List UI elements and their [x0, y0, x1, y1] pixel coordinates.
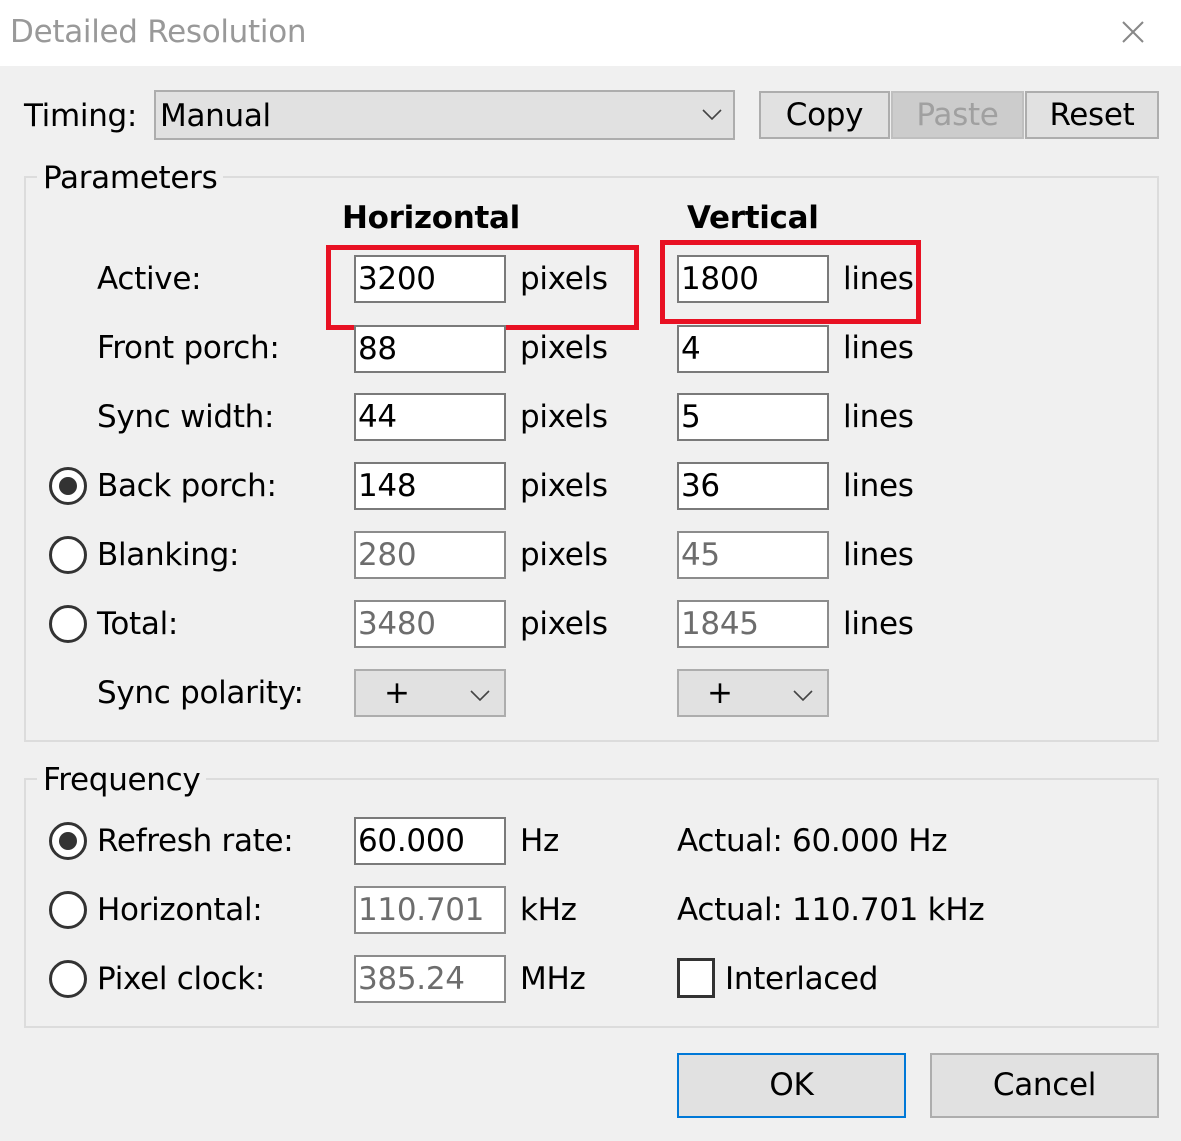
vertical-column-header: Vertical: [687, 200, 819, 236]
total-vertical-unit: lines: [843, 606, 914, 642]
interlaced-checkbox[interactable]: [677, 958, 715, 998]
blanking-radio[interactable]: [49, 536, 87, 574]
blanking-horizontal-input[interactable]: 280: [354, 531, 506, 579]
blanking-vertical-unit: lines: [843, 537, 914, 573]
close-button[interactable]: [1114, 14, 1152, 50]
refresh-rate-label: Refresh rate:: [97, 823, 294, 859]
pixel-clock-label: Pixel clock:: [97, 961, 266, 997]
chevron-down-icon: [793, 690, 813, 702]
horizontal-column-header: Horizontal: [342, 200, 520, 236]
total-radio[interactable]: [49, 605, 87, 643]
actual-refresh-rate: Actual: 60.000 Hz: [677, 823, 948, 859]
refresh-rate-input[interactable]: 60.000: [354, 817, 506, 865]
blanking-label: Blanking:: [97, 537, 240, 573]
pixel-clock-unit: MHz: [520, 961, 586, 997]
cancel-button[interactable]: Cancel: [930, 1053, 1159, 1118]
sync-polarity-horizontal-value: +: [384, 675, 410, 711]
refresh-rate-radio[interactable]: [49, 822, 87, 860]
horizontal-active-highlight: [326, 245, 639, 330]
total-horizontal-unit: pixels: [520, 606, 608, 642]
sync-width-horizontal-input[interactable]: 44: [354, 393, 506, 441]
back-porch-horizontal-unit: pixels: [520, 468, 608, 504]
timing-label: Timing:: [24, 98, 138, 134]
horizontal-frequency-unit: kHz: [520, 892, 577, 928]
title-bar: Detailed Resolution: [0, 0, 1181, 66]
ok-button[interactable]: OK: [677, 1053, 906, 1118]
parameters-group-title: Parameters: [37, 158, 224, 198]
reset-button[interactable]: Reset: [1025, 91, 1159, 139]
sync-polarity-vertical-dropdown[interactable]: +: [677, 669, 829, 717]
sync-polarity-horizontal-dropdown[interactable]: +: [354, 669, 506, 717]
chevron-down-icon: [470, 690, 490, 702]
total-label: Total:: [97, 606, 179, 642]
copy-button[interactable]: Copy: [759, 91, 890, 139]
back-porch-vertical-input[interactable]: 36: [677, 462, 829, 510]
front-porch-vertical-unit: lines: [843, 330, 914, 366]
back-porch-vertical-unit: lines: [843, 468, 914, 504]
front-porch-horizontal-input[interactable]: 88: [354, 325, 506, 373]
front-porch-horizontal-unit: pixels: [520, 330, 608, 366]
front-porch-vertical-input[interactable]: 4: [677, 325, 829, 373]
chevron-down-icon: [702, 109, 722, 121]
refresh-rate-unit: Hz: [520, 823, 559, 859]
sync-width-vertical-input[interactable]: 5: [677, 393, 829, 441]
sync-width-vertical-unit: lines: [843, 399, 914, 435]
back-porch-label: Back porch:: [97, 468, 277, 504]
horizontal-frequency-input[interactable]: 110.701: [354, 886, 506, 934]
actual-horizontal-frequency: Actual: 110.701 kHz: [677, 892, 985, 928]
back-porch-radio[interactable]: [49, 467, 87, 505]
active-label: Active:: [97, 261, 202, 297]
sync-width-horizontal-unit: pixels: [520, 399, 608, 435]
total-vertical-input[interactable]: 1845: [677, 600, 829, 648]
pixel-clock-radio[interactable]: [49, 960, 87, 998]
sync-polarity-label: Sync polarity:: [97, 675, 304, 711]
front-porch-label: Front porch:: [97, 330, 280, 366]
timing-dropdown[interactable]: Manual: [154, 90, 735, 140]
timing-value: Manual: [160, 98, 271, 134]
window-title: Detailed Resolution: [10, 14, 307, 50]
pixel-clock-input[interactable]: 385.24: [354, 955, 506, 1003]
paste-button[interactable]: Paste: [891, 91, 1024, 139]
interlaced-label: Interlaced: [725, 961, 879, 997]
blanking-vertical-input[interactable]: 45: [677, 531, 829, 579]
back-porch-horizontal-input[interactable]: 148: [354, 462, 506, 510]
horizontal-frequency-radio[interactable]: [49, 891, 87, 929]
blanking-horizontal-unit: pixels: [520, 537, 608, 573]
sync-width-label: Sync width:: [97, 399, 275, 435]
horizontal-frequency-label: Horizontal:: [97, 892, 263, 928]
frequency-group-title: Frequency: [37, 760, 207, 800]
total-horizontal-input[interactable]: 3480: [354, 600, 506, 648]
sync-polarity-vertical-value: +: [707, 675, 733, 711]
vertical-active-highlight: [660, 240, 921, 324]
close-icon: [1122, 21, 1144, 43]
